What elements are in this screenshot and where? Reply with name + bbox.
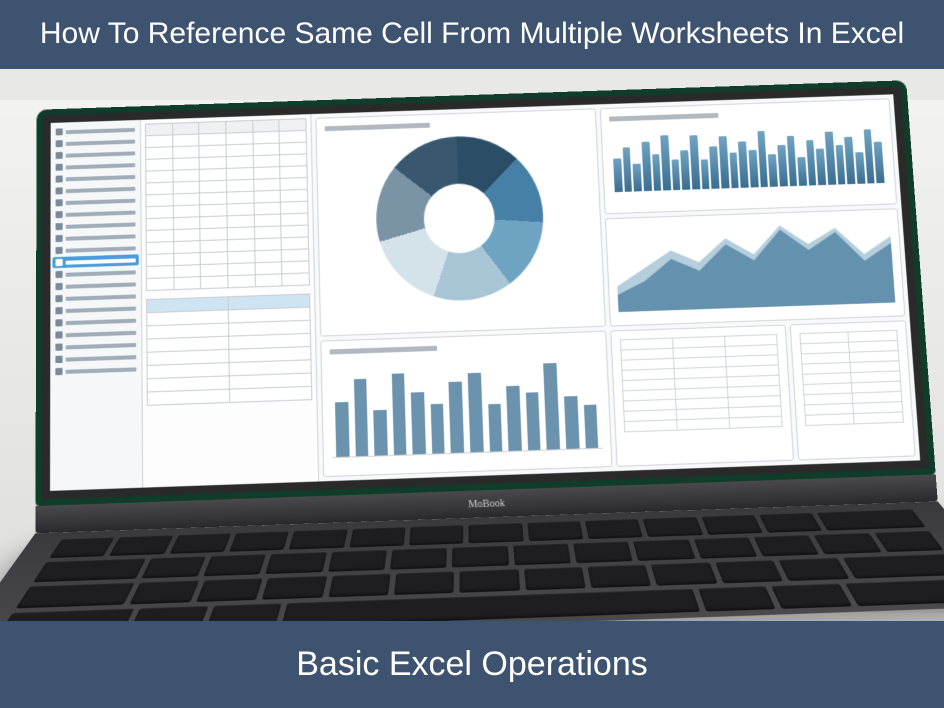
donut-chart <box>315 108 606 336</box>
footer-band: Basic Excel Operations <box>0 621 944 708</box>
header-band: How To Reference Same Cell From Multiple… <box>0 0 944 69</box>
screen-frame <box>35 80 935 506</box>
data-table-panel <box>141 114 319 488</box>
secondary-table <box>146 293 312 405</box>
footer-title: Basic Excel Operations <box>296 645 648 683</box>
sidebar <box>50 120 143 491</box>
data-table <box>145 118 310 291</box>
column-chart <box>320 331 612 477</box>
spreadsheet-app <box>50 94 920 491</box>
donut-icon <box>374 134 546 304</box>
hero-image: MoBook <box>0 100 944 613</box>
mini-table-1 <box>610 325 793 467</box>
laptop-illustration: MoBook <box>35 80 944 676</box>
dashboard-panel <box>311 94 920 481</box>
header-title: How To Reference Same Cell From Multiple… <box>40 17 904 50</box>
mini-table-2 <box>789 320 916 460</box>
area-chart <box>605 208 906 326</box>
sparkbar-chart <box>600 98 898 214</box>
